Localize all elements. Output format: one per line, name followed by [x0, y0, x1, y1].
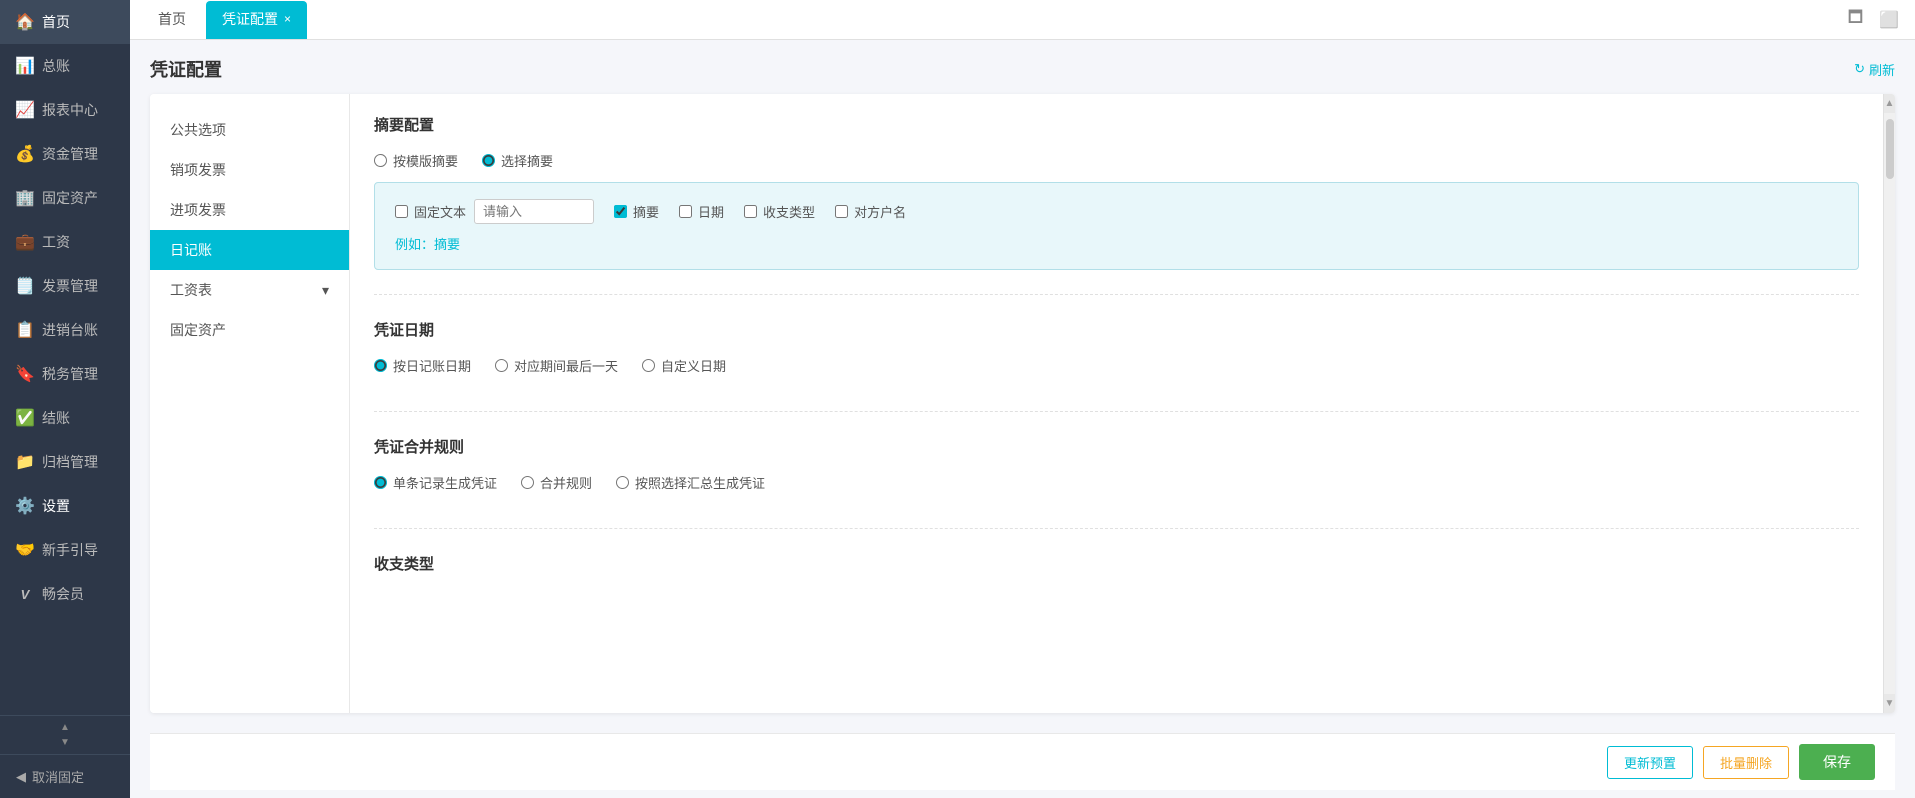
home-icon: 🏠	[16, 13, 34, 31]
sidebar-item-payroll[interactable]: 💼 工资	[0, 220, 130, 264]
sidebar-item-reports[interactable]: 📈 报表中心	[0, 88, 130, 132]
tab-home[interactable]: 首页	[142, 1, 202, 39]
fixed-text-wrap: 固定文本	[395, 199, 594, 224]
tab-maximize-button[interactable]: ⬜	[1875, 2, 1903, 37]
fixed-text-input[interactable]	[474, 199, 594, 224]
left-nav-item-purchase-invoice[interactable]: 进项发票	[150, 190, 349, 230]
tab-close-icon[interactable]: ×	[284, 12, 291, 26]
section-merge-rules: 凭证合并规则 单条记录生成凭证 合并规则 按照选择汇总生成凭证	[374, 436, 1859, 529]
payroll-icon: 💼	[16, 233, 34, 251]
member-icon: V	[16, 585, 34, 603]
checkbox-date[interactable]: 日期	[679, 202, 724, 221]
left-nav: 公共选项 销项发票 进项发票 日记账 工资表 ▾ 固定资产	[150, 94, 350, 713]
tab-restore-button[interactable]: 🗖	[1844, 2, 1867, 37]
radio-select-summary[interactable]: 选择摘要	[482, 151, 553, 170]
funds-icon: 💰	[16, 145, 34, 163]
summary-config-box: 固定文本 摘要 日期	[374, 182, 1859, 270]
sidebar-item-fixed-assets[interactable]: 🏢 固定资产	[0, 176, 130, 220]
scroll-up-button[interactable]: ▲	[1884, 94, 1895, 113]
settings-icon: ⚙️	[16, 497, 34, 515]
sidebar-item-archive[interactable]: 📁 归档管理	[0, 440, 130, 484]
section-title-merge-rules: 凭证合并规则	[374, 436, 1859, 457]
scroll-thumb[interactable]	[1886, 119, 1894, 179]
fixed-assets-icon: 🏢	[16, 189, 34, 207]
example-text: 例如：摘要	[395, 234, 1838, 253]
summary-radio-row: 按模版摘要 选择摘要	[374, 151, 1859, 170]
update-preview-button[interactable]: 更新预置	[1607, 746, 1693, 779]
cancel-pin-button[interactable]: ◀ 取消固定	[0, 754, 130, 798]
left-nav-item-payroll-table[interactable]: 工资表 ▾	[150, 270, 349, 310]
sidebar-item-invoice-mgmt[interactable]: 🗒️ 发票管理	[0, 264, 130, 308]
tax-icon: 🔖	[16, 365, 34, 383]
section-title-summary: 摘要配置	[374, 114, 1859, 135]
tab-voucher-config[interactable]: 凭证配置 ×	[206, 1, 307, 39]
section-income-expense-type: 收支类型	[374, 553, 1859, 614]
bottom-action-bar: 更新预置 批量删除 保存	[150, 733, 1895, 790]
sidebar-item-funds[interactable]: 💰 资金管理	[0, 132, 130, 176]
page-header: 凭证配置 ↻ 刷新	[130, 40, 1915, 94]
sidebar-item-member[interactable]: V 畅会员	[0, 572, 130, 616]
section-summary-config: 摘要配置 按模版摘要 选择摘要	[374, 114, 1859, 295]
archive-icon: 📁	[16, 453, 34, 471]
sidebar-scroll-down[interactable]: ▼	[58, 735, 72, 750]
sidebar-item-tax[interactable]: 🔖 税务管理	[0, 352, 130, 396]
refresh-button[interactable]: ↻ 刷新	[1854, 60, 1895, 79]
main-area: 首页 凭证配置 × 🗖 ⬜ 凭证配置 ↻ 刷新 公共选项 销项发票 进	[130, 0, 1915, 798]
left-nav-item-journal[interactable]: 日记账	[150, 230, 349, 270]
checkbox-summary[interactable]: 摘要	[614, 202, 659, 221]
checkbox-income-expense[interactable]: 收支类型	[744, 202, 815, 221]
radio-merge[interactable]: 合并规则	[521, 473, 592, 492]
page-title: 凭证配置	[150, 56, 222, 82]
invoice-mgmt-icon: 🗒️	[16, 277, 34, 295]
radio-journal-date[interactable]: 按日记账日期	[374, 356, 471, 375]
sidebar-item-settings[interactable]: ⚙️ 设置	[0, 484, 130, 528]
settlement-icon: ✅	[16, 409, 34, 427]
left-nav-item-public[interactable]: 公共选项	[150, 110, 349, 150]
sidebar-item-home[interactable]: 🏠 首页	[0, 0, 130, 44]
radio-template-summary[interactable]: 按模版摘要	[374, 151, 458, 170]
outer-scrollbar: ▲ ▼	[1883, 94, 1895, 713]
tab-bar: 首页 凭证配置 × 🗖 ⬜	[130, 0, 1915, 40]
pin-icon: ◀	[16, 769, 26, 785]
merge-rules-radio-row: 单条记录生成凭证 合并规则 按照选择汇总生成凭证	[374, 473, 1859, 492]
voucher-date-radio-row: 按日记账日期 对应期间最后一天 自定义日期	[374, 356, 1859, 375]
chevron-down-icon: ▾	[322, 282, 329, 299]
summary-options-row: 固定文本 摘要 日期	[395, 199, 1838, 224]
left-nav-item-sales-invoice[interactable]: 销项发票	[150, 150, 349, 190]
sidebar-item-settlement[interactable]: ✅ 结账	[0, 396, 130, 440]
sidebar-item-ledger[interactable]: 📊 总账	[0, 44, 130, 88]
sidebar-item-purchase-sales[interactable]: 📋 进销台账	[0, 308, 130, 352]
right-content: 摘要配置 按模版摘要 选择摘要	[350, 94, 1883, 713]
guide-icon: 🤝	[16, 541, 34, 559]
inner-layout: 公共选项 销项发票 进项发票 日记账 工资表 ▾ 固定资产	[150, 94, 1895, 713]
radio-single-record[interactable]: 单条记录生成凭证	[374, 473, 497, 492]
sidebar: 🏠 首页 📊 总账 📈 报表中心 💰 资金管理 🏢 固定资产 💼 工资 🗒️ 发…	[0, 0, 130, 798]
scroll-down-button[interactable]: ▼	[1884, 694, 1895, 713]
refresh-icon: ↻	[1854, 61, 1865, 77]
left-nav-item-fixed-assets[interactable]: 固定资产	[150, 310, 349, 350]
sidebar-scroll-up[interactable]: ▲	[58, 720, 72, 735]
radio-select-merge[interactable]: 按照选择汇总生成凭证	[616, 473, 765, 492]
section-voucher-date: 凭证日期 按日记账日期 对应期间最后一天 自定义日期	[374, 319, 1859, 412]
reports-icon: 📈	[16, 101, 34, 119]
purchase-sales-icon: 📋	[16, 321, 34, 339]
radio-last-day[interactable]: 对应期间最后一天	[495, 356, 618, 375]
checkbox-fixed-text[interactable]: 固定文本	[395, 202, 466, 221]
sidebar-item-guide[interactable]: 🤝 新手引导	[0, 528, 130, 572]
checkbox-counterpart[interactable]: 对方户名	[835, 202, 906, 221]
ledger-icon: 📊	[16, 57, 34, 75]
tab-bar-actions: 🗖 ⬜	[1844, 2, 1903, 37]
section-title-income-expense: 收支类型	[374, 553, 1859, 574]
radio-custom-date[interactable]: 自定义日期	[642, 356, 726, 375]
save-button[interactable]: 保存	[1799, 744, 1875, 780]
batch-delete-button[interactable]: 批量删除	[1703, 746, 1789, 779]
section-title-voucher-date: 凭证日期	[374, 319, 1859, 340]
